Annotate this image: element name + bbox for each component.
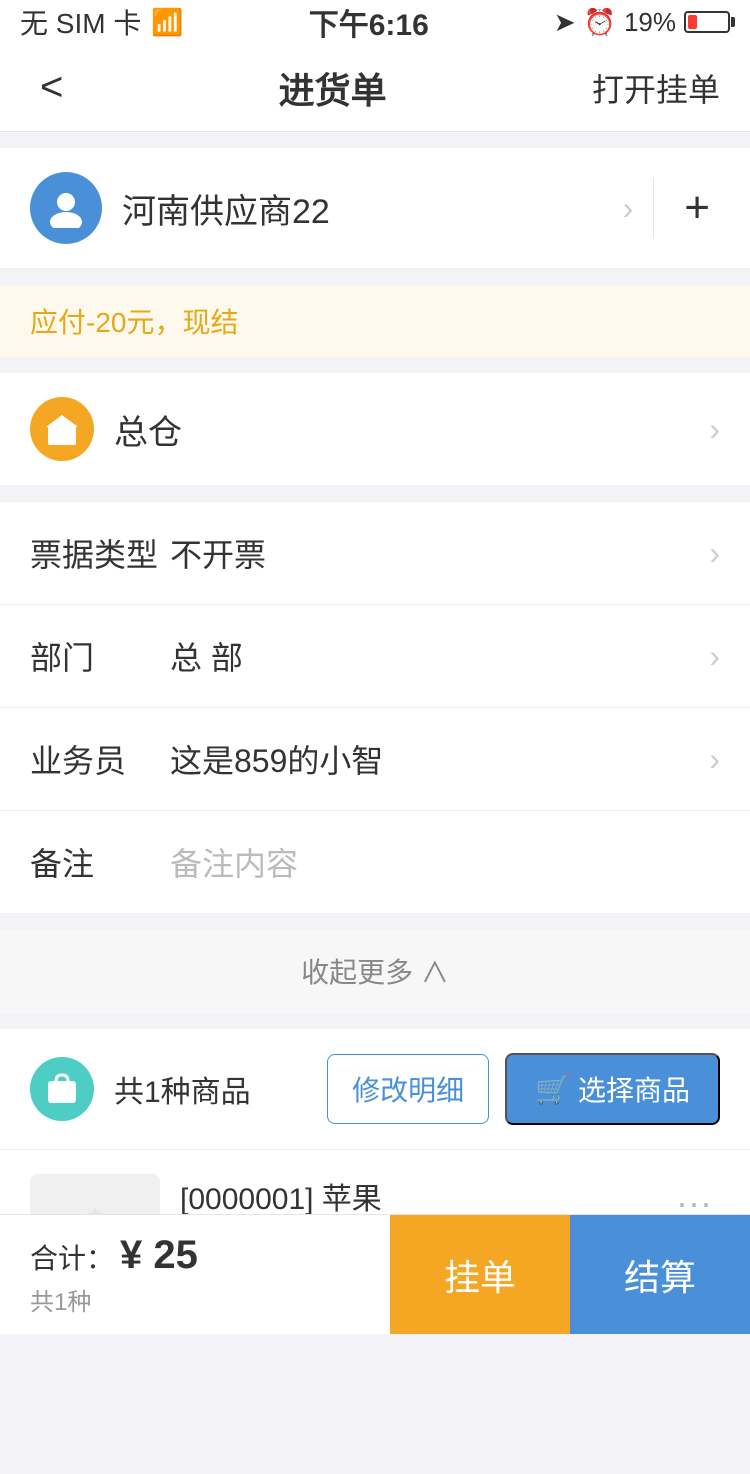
- invoice-type-row[interactable]: 票据类型 不开票 ›: [0, 501, 750, 604]
- supplier-name: 河南供应商22: [122, 184, 623, 233]
- total-amount: ¥ 25: [120, 1233, 198, 1278]
- warehouse-card: 总仓 ›: [0, 373, 750, 485]
- payment-notice: 应付-20元，现结: [0, 285, 750, 357]
- invoice-type-label: 票据类型: [30, 530, 170, 576]
- cart-icon: 🛒: [535, 1073, 570, 1106]
- supplier-card: 河南供应商22 › +: [0, 148, 750, 269]
- total-label: 合计：: [30, 1237, 114, 1277]
- page-title: 进货单: [279, 62, 387, 114]
- supplier-row[interactable]: 河南供应商22 › +: [0, 148, 750, 269]
- form-card: 票据类型 不开票 › 部门 总 部 › 业务员 这是859的小智 › 备注 备注…: [0, 501, 750, 913]
- wifi-icon: 📶: [151, 7, 183, 38]
- department-label: 部门: [30, 633, 170, 679]
- status-time: 下午6:16: [309, 0, 429, 44]
- department-row[interactable]: 部门 总 部 ›: [0, 604, 750, 707]
- department-chevron-icon: ›: [709, 638, 720, 675]
- warehouse-icon: [30, 397, 94, 461]
- battery-percent: 19%: [624, 7, 676, 38]
- status-left: 无 SIM 卡 📶: [20, 2, 184, 42]
- warehouse-row[interactable]: 总仓 ›: [0, 373, 750, 485]
- back-button[interactable]: <: [30, 55, 73, 120]
- product-header: 共1种商品 修改明细 🛒 选择商品: [0, 1029, 750, 1150]
- battery-icon: [684, 11, 730, 33]
- total-section: 合计： ¥ 25 共1种: [0, 1215, 390, 1334]
- product-count: 共1种商品: [114, 1067, 327, 1111]
- select-product-label: 选择商品: [578, 1069, 690, 1109]
- edit-detail-button[interactable]: 修改明细: [327, 1054, 489, 1124]
- notes-label: 备注: [30, 839, 170, 885]
- total-line: 合计： ¥ 25: [30, 1233, 360, 1278]
- product-name: [0000001] 苹果: [180, 1174, 648, 1218]
- carrier-text: 无 SIM 卡: [20, 2, 141, 42]
- invoice-type-value: 不开票: [170, 530, 709, 576]
- total-sub: 共1种: [30, 1282, 360, 1317]
- alarm-icon: ⏰: [584, 7, 616, 38]
- collapse-more-button[interactable]: 收起更多 ∧: [0, 929, 750, 1013]
- salesperson-chevron-icon: ›: [709, 741, 720, 778]
- notes-row[interactable]: 备注 备注内容: [0, 810, 750, 913]
- select-product-button[interactable]: 🛒 选择商品: [505, 1053, 720, 1125]
- warehouse-name: 总仓: [114, 405, 709, 454]
- invoice-type-chevron-icon: ›: [709, 535, 720, 572]
- supplier-chevron-icon: ›: [623, 190, 634, 227]
- add-button[interactable]: +: [674, 173, 720, 243]
- open-hold-button[interactable]: 打开挂单: [592, 65, 720, 111]
- checkout-button[interactable]: 结算: [570, 1215, 750, 1334]
- status-right: ➤ ⏰ 19%: [554, 7, 730, 38]
- department-value: 总 部: [170, 633, 709, 679]
- nav-bar: < 进货单 打开挂单: [0, 44, 750, 132]
- vertical-divider: [653, 178, 654, 238]
- product-code: [0000001]: [180, 1183, 322, 1216]
- notes-value: 备注内容: [170, 839, 720, 885]
- salesperson-row[interactable]: 业务员 这是859的小智 ›: [0, 707, 750, 810]
- status-bar: 无 SIM 卡 📶 下午6:16 ➤ ⏰ 19%: [0, 0, 750, 44]
- salesperson-label: 业务员: [30, 736, 170, 782]
- hold-button[interactable]: 挂单: [390, 1215, 570, 1334]
- bottom-bar: 合计： ¥ 25 共1种 挂单 结算: [0, 1214, 750, 1334]
- product-icon: [30, 1057, 94, 1121]
- supplier-avatar: [30, 172, 102, 244]
- warehouse-chevron-icon: ›: [709, 411, 720, 448]
- location-icon: ➤: [554, 7, 576, 38]
- salesperson-value: 这是859的小智: [170, 736, 709, 782]
- section-divider-top: [0, 132, 750, 148]
- product-name-text: 苹果: [322, 1183, 382, 1216]
